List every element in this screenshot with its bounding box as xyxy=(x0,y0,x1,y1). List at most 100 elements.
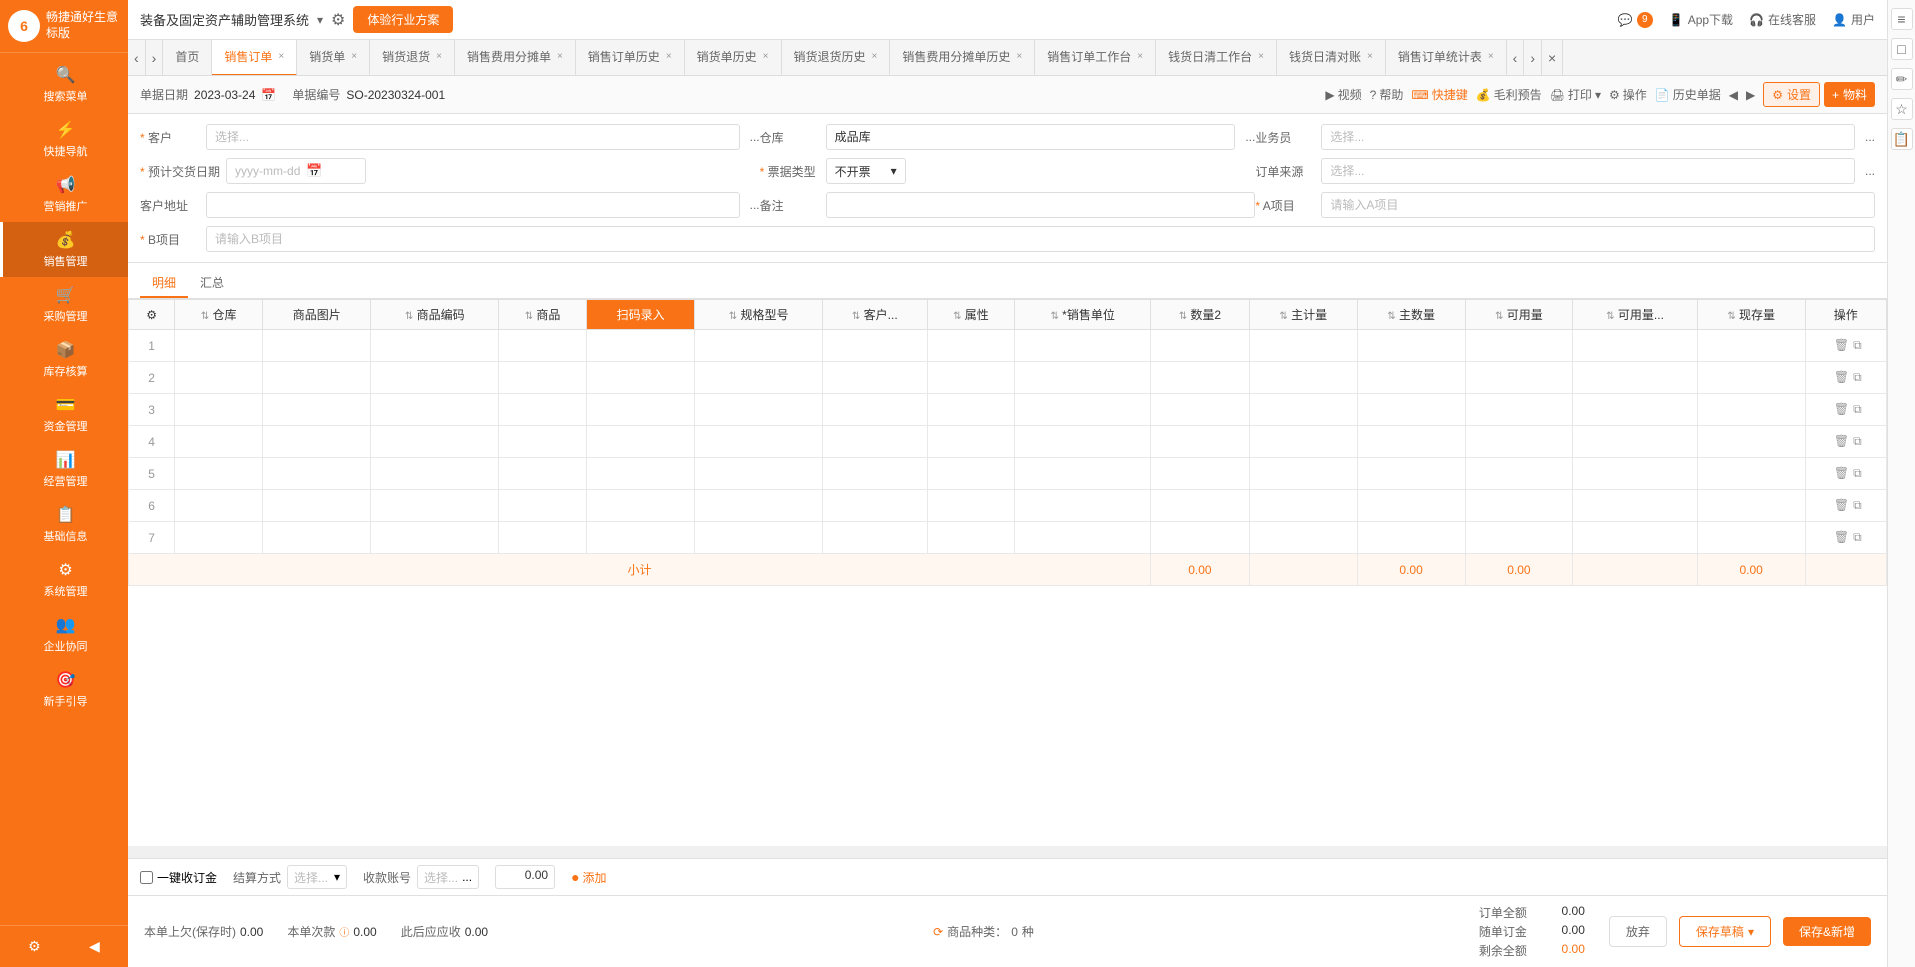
tab-close-4[interactable]: × xyxy=(557,51,563,62)
print-action[interactable]: 🖨 打印 ▾ xyxy=(1550,86,1601,103)
tab-1[interactable]: 销售订单× xyxy=(212,40,297,76)
customer-input[interactable]: 选择... xyxy=(206,124,740,150)
user-item[interactable]: 👤 用户 xyxy=(1832,11,1875,28)
right-panel-btn-3[interactable]: ✏ xyxy=(1891,68,1913,90)
nav-next-btn[interactable]: ▶ xyxy=(1746,88,1755,102)
sidebar-item-经营管理[interactable]: 📊经营管理 xyxy=(0,442,128,497)
delete-icon-7[interactable]: 🗑 xyxy=(1834,530,1849,544)
tab-4[interactable]: 销售费用分摊单× xyxy=(455,40,576,76)
warehouse-ellipsis[interactable]: ... xyxy=(1245,130,1255,144)
account-select[interactable]: 选择... ... xyxy=(417,865,479,889)
sort-icon-current[interactable]: ⇅ xyxy=(1727,311,1735,322)
sidebar-item-快捷导航[interactable]: ⚡快捷导航 xyxy=(0,112,128,167)
date-value[interactable]: 2023-03-24 xyxy=(194,88,255,102)
delete-icon-5[interactable]: 🗑 xyxy=(1834,466,1849,480)
remark-input[interactable] xyxy=(826,192,1256,218)
tab-3[interactable]: 销货退货× xyxy=(370,40,455,76)
detail-tab-0[interactable]: 明细 xyxy=(140,269,188,298)
notification-item[interactable]: 💬 9 xyxy=(1618,12,1653,28)
tab-10[interactable]: 钱货日清工作台× xyxy=(1156,40,1277,76)
tab-close-5[interactable]: × xyxy=(666,51,672,62)
col-header-settings[interactable]: ⚙ xyxy=(129,300,175,330)
industry-solution-button[interactable]: 体验行业方案 xyxy=(353,6,453,33)
copy-icon-6[interactable]: ⧉ xyxy=(1853,498,1862,512)
video-action[interactable]: ▶ 视频 xyxy=(1325,86,1361,103)
save-draft-dropdown-icon[interactable]: ▾ xyxy=(1748,925,1754,939)
app-download-item[interactable]: 📱 App下载 xyxy=(1669,11,1733,28)
sort-icon-avail2[interactable]: ⇅ xyxy=(1606,311,1614,322)
tab-12[interactable]: 销售订单统计表× xyxy=(1386,40,1507,76)
topbar-dropdown-icon[interactable]: ▾ xyxy=(317,13,323,27)
sort-icon-attr[interactable]: ⇅ xyxy=(953,311,961,322)
tab-nav-next[interactable]: › xyxy=(146,40,164,76)
topbar-settings-icon[interactable]: ⚙ xyxy=(331,10,345,30)
address-ellipsis[interactable]: ... xyxy=(750,198,760,212)
copy-icon-5[interactable]: ⧉ xyxy=(1853,466,1862,480)
sort-icon-main_unit[interactable]: ⇅ xyxy=(1279,311,1287,322)
shortcut-action[interactable]: ⌨ 快捷键 xyxy=(1411,86,1467,103)
detail-tab-1[interactable]: 汇总 xyxy=(188,269,236,298)
delivery-input[interactable]: yyyy-mm-dd 📅 xyxy=(226,158,366,184)
sidebar-item-销售管理[interactable]: 💰销售管理 xyxy=(0,222,128,277)
sidebar-item-资金管理[interactable]: 💳资金管理 xyxy=(0,387,128,442)
staff-ellipsis[interactable]: ... xyxy=(1865,130,1875,144)
number-value[interactable]: SO-20230324-001 xyxy=(346,88,445,102)
operation-action[interactable]: ⚙ 操作 xyxy=(1609,86,1647,103)
online-service-item[interactable]: 🎧 在线客服 xyxy=(1749,11,1816,28)
sidebar-item-新手引导[interactable]: 🎯新手引导 xyxy=(0,662,128,717)
tab-close-1[interactable]: × xyxy=(278,51,284,62)
copy-icon-1[interactable]: ⧉ xyxy=(1853,338,1862,352)
settings-button[interactable]: ⚙ 设置 xyxy=(1763,82,1820,107)
tab-close-8[interactable]: × xyxy=(1016,51,1022,62)
order-source-input[interactable]: 选择... xyxy=(1321,158,1855,184)
quick-payment-input[interactable] xyxy=(140,871,153,884)
tab-nav-prev[interactable]: ‹ xyxy=(128,40,146,76)
right-panel-btn-5[interactable]: 📋 xyxy=(1891,128,1913,150)
tab-nav-next-end[interactable]: › xyxy=(1524,40,1542,76)
sidebar-item-搜索菜单[interactable]: 🔍搜索菜单 xyxy=(0,57,128,112)
payment-method-select[interactable]: 选择... ▾ xyxy=(287,865,347,889)
tab-5[interactable]: 销售订单历史× xyxy=(576,40,685,76)
tab-close-2[interactable]: × xyxy=(351,51,357,62)
address-input[interactable] xyxy=(206,192,740,218)
tab-close-10[interactable]: × xyxy=(1258,51,1264,62)
right-panel-btn-4[interactable]: ☆ xyxy=(1891,98,1913,120)
sidebar-item-企业协同[interactable]: 👥企业协同 xyxy=(0,607,128,662)
col-header-scan[interactable]: 扫码录入 xyxy=(586,300,694,330)
tab-close-3[interactable]: × xyxy=(436,51,442,62)
save-new-button[interactable]: 保存&新增 xyxy=(1783,917,1871,946)
amount-input[interactable]: 0.00 xyxy=(495,865,555,889)
tab-9[interactable]: 销售订单工作台× xyxy=(1035,40,1156,76)
sort-icon-code[interactable]: ⇅ xyxy=(405,311,413,322)
sidebar-item-库存核算[interactable]: 📦库存核算 xyxy=(0,332,128,387)
sidebar-collapse-icon[interactable]: ◀ xyxy=(85,934,104,959)
tab-close-11[interactable]: × xyxy=(1367,51,1373,62)
order-source-ellipsis[interactable]: ... xyxy=(1865,164,1875,178)
copy-icon-3[interactable]: ⧉ xyxy=(1853,402,1862,416)
sort-icon-main_qty[interactable]: ⇅ xyxy=(1387,311,1395,322)
help-action[interactable]: ? 帮助 xyxy=(1370,86,1404,103)
tab-8[interactable]: 销售费用分摊单历史× xyxy=(890,40,1035,76)
delete-icon-2[interactable]: 🗑 xyxy=(1834,370,1849,384)
warehouse-input[interactable]: 成品库 xyxy=(826,124,1236,150)
current-debt-info[interactable]: ⓘ xyxy=(339,924,349,939)
invoice-select[interactable]: 不开票 ▾ xyxy=(826,158,906,184)
product-count-refresh-icon[interactable]: ⟳ xyxy=(933,925,943,939)
sort-icon-product[interactable]: ⇅ xyxy=(525,311,533,322)
sidebar-item-采购管理[interactable]: 🛒采购管理 xyxy=(0,277,128,332)
quick-payment-checkbox[interactable]: 一键收订金 xyxy=(140,869,217,886)
tab-0[interactable]: 首页 xyxy=(163,40,212,76)
tab-2[interactable]: 销货单× xyxy=(297,40,370,76)
right-panel-btn-1[interactable]: ≡ xyxy=(1891,8,1913,30)
sidebar-settings-icon[interactable]: ⚙ xyxy=(24,934,45,959)
account-ellipsis[interactable]: ... xyxy=(462,870,472,884)
discard-button[interactable]: 放弃 xyxy=(1609,916,1667,947)
sort-icon-spec[interactable]: ⇅ xyxy=(729,311,737,322)
right-panel-btn-2[interactable]: □ xyxy=(1891,38,1913,60)
sidebar-item-营销推广[interactable]: 📢营销推广 xyxy=(0,167,128,222)
tab-close-all[interactable]: × xyxy=(1542,40,1563,76)
tab-11[interactable]: 钱货日清对账× xyxy=(1277,40,1386,76)
delete-icon-1[interactable]: 🗑 xyxy=(1834,338,1849,352)
sort-icon-warehouse[interactable]: ⇅ xyxy=(201,311,209,322)
sidebar-item-基础信息[interactable]: 📋基础信息 xyxy=(0,497,128,552)
